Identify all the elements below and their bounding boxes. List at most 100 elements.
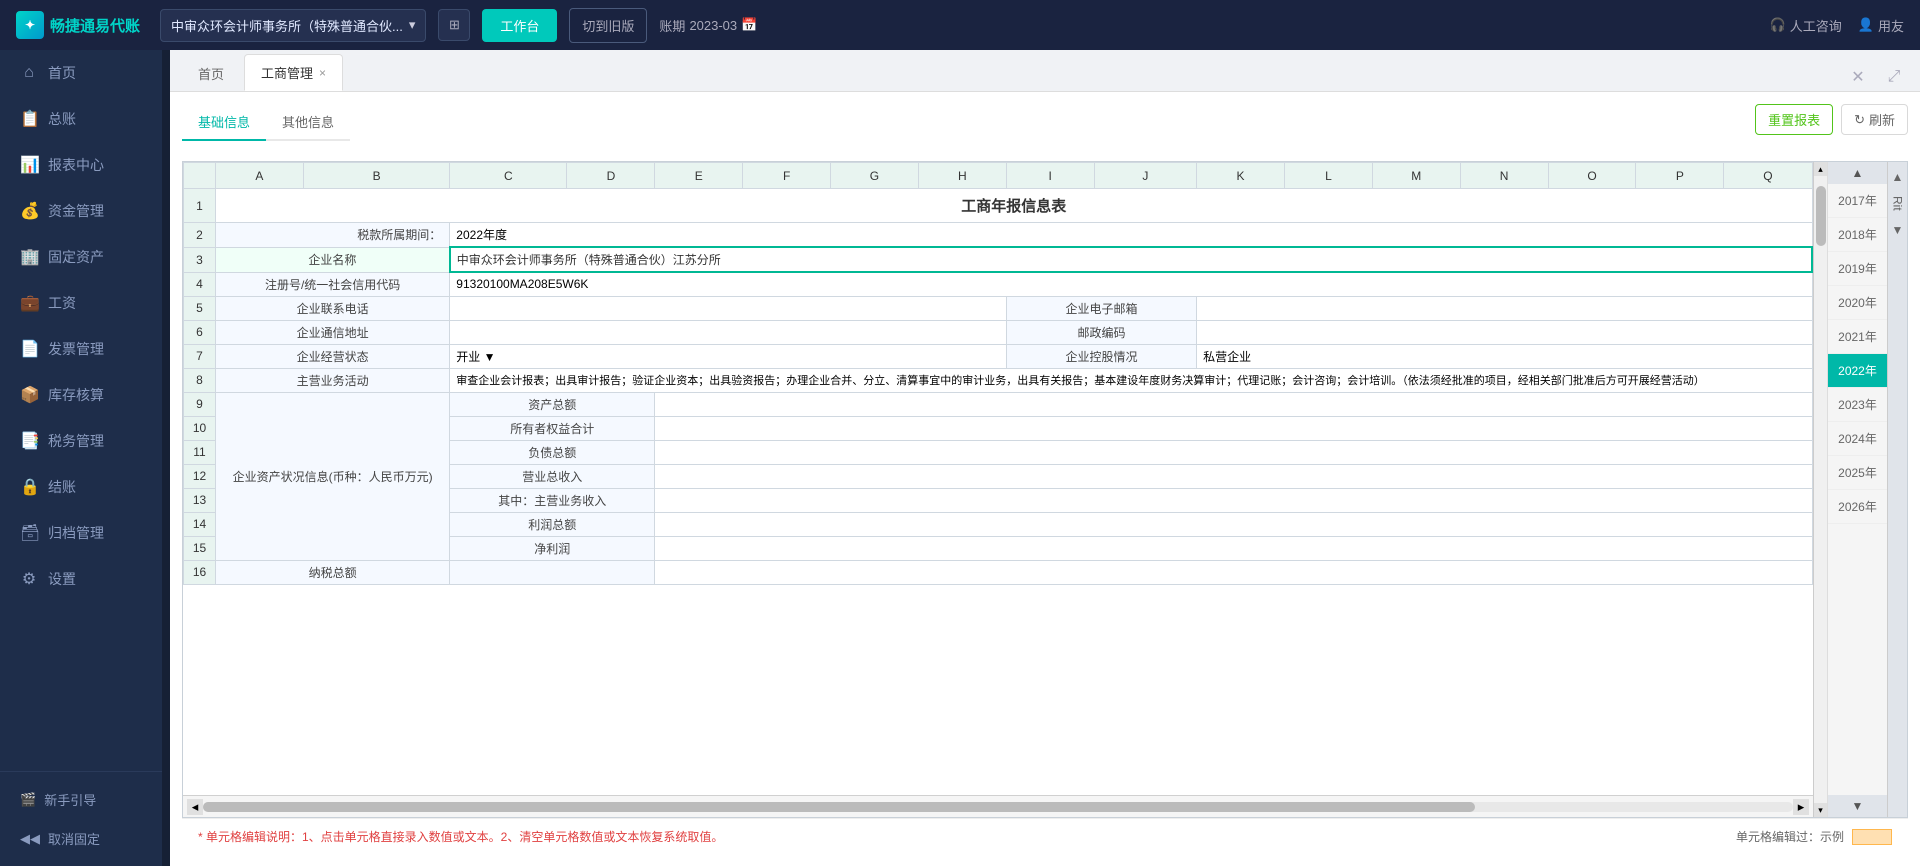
cell-email-value[interactable] [1197,296,1812,320]
right-collapse-panel[interactable]: ▲ Rit ▼ [1887,162,1907,817]
calendar-icon[interactable]: 📅 [741,17,757,33]
cell-total-assets-value[interactable] [655,392,1812,416]
year-item-2019[interactable]: 2019年 [1828,252,1887,286]
horizontal-scrollbar[interactable]: ◂ ▸ [183,795,1813,817]
cell-main-revenue-value[interactable] [655,488,1812,512]
workbench-button[interactable]: 工作台 [482,9,557,42]
sidebar-item-invoice[interactable]: 📄 发票管理 [0,326,170,372]
cell-ownership-label: 企业控股情况 [1006,344,1196,368]
sidebar-label-ledger: 总账 [48,109,76,129]
cell-zipcode-value[interactable] [1197,320,1812,344]
cell-address-value[interactable] [450,320,1006,344]
sidebar-item-settings[interactable]: ⚙ 设置 [0,556,170,602]
cell-equity-value[interactable] [655,416,1812,440]
vertical-scrollbar[interactable]: ▴ ▾ [1813,162,1827,817]
consult-button[interactable]: 🎧 人工咨询 [1770,16,1842,35]
cell-zipcode-label: 邮政编码 [1006,320,1196,344]
year-item-2020[interactable]: 2020年 [1828,286,1887,320]
year-item-2026[interactable]: 2026年 [1828,490,1887,524]
sidebar-item-tax[interactable]: 📑 税务管理 [0,418,170,464]
year-item-2025[interactable]: 2025年 [1828,456,1887,490]
sidebar-item-report[interactable]: 📊 报表中心 [0,142,170,188]
spreadsheet-table: A B C D E F G H I J [183,162,1813,585]
tab-biz-mgmt[interactable]: 工商管理 × [244,54,343,91]
sidebar-label-invoice: 发票管理 [48,339,104,359]
cell-main-revenue-label: 其中：主营业务收入 [450,488,655,512]
table-scroll[interactable]: A B C D E F G H I J [183,162,1813,795]
sub-tab-other[interactable]: 其他信息 [266,104,350,141]
cell-status-dropdown[interactable]: 开业 ▼ [450,344,1006,368]
company-selector[interactable]: 中审众环会计师事务所（特殊普通合伙... ▾ [160,9,426,42]
year-item-2023[interactable]: 2023年 [1828,388,1887,422]
main-layout: ⌂ 首页 📋 总账 📊 报表中心 💰 资金管理 🏢 固定资产 💼 工资 [0,50,1920,866]
cell-revenue-value[interactable] [655,464,1812,488]
scroll-right-btn[interactable]: ▸ [1793,799,1809,815]
sidebar-label-assets: 固定资产 [48,247,104,267]
old-version-button[interactable]: 切到旧版 [569,8,647,43]
expand-window-icon[interactable]: ⤢ [1880,63,1908,91]
sidebar-item-guide[interactable]: 🎬 新手引导 [0,780,170,819]
cell-regcode-value[interactable]: 91320100MA208E5W6K [450,272,1812,296]
sub-tab-basic[interactable]: 基础信息 [182,104,266,141]
year-item-2022[interactable]: 2022年 [1828,354,1887,388]
collapse-up-icon[interactable]: ▲ [1892,162,1904,192]
reset-button[interactable]: 重置报表 [1755,104,1833,135]
sidebar-item-home[interactable]: ⌂ 首页 [0,50,170,96]
user-button[interactable]: 👤 用友 [1858,16,1904,35]
cell-tax-sub-label [450,560,655,584]
funds-icon: 💰 [20,201,38,221]
sidebar-label-salary: 工资 [48,293,76,313]
col-header-g: G [831,163,919,189]
topbar-right: 🎧 人工咨询 👤 用友 [1770,16,1904,35]
logo: ✦ 畅捷通易代账 [16,11,140,39]
sidebar-item-archive[interactable]: 🗃 归档管理 [0,510,170,556]
cell-tax-value[interactable] [655,560,1812,584]
collapse-down-icon[interactable]: ▼ [1892,215,1904,245]
scroll-track[interactable] [203,802,1793,812]
cell-profit-value[interactable] [655,512,1812,536]
sidebar-item-inventory[interactable]: 📦 库存核算 [0,372,170,418]
refresh-button[interactable]: ↻ 刷新 [1841,104,1908,135]
sidebar-item-salary[interactable]: 💼 工资 [0,280,170,326]
scroll-down-btn[interactable]: ▾ [1814,803,1827,817]
sidebar-item-ledger[interactable]: 📋 总账 [0,96,170,142]
cell-assets-group-label: 企业资产状况信息(币种：人民币万元) [216,392,450,560]
period-label: 账期 [659,16,685,35]
cell-ownership-value[interactable]: 私营企业 [1197,344,1812,368]
cell-company-value[interactable]: 中审众环会计师事务所（特殊普通合伙）江苏分所 [450,247,1812,272]
cell-revenue-label: 营业总收入 [450,464,655,488]
right-panel: ▴ ▾ ▲ 2017年 2018年 2019年 2020年 [1813,162,1907,817]
cell-period-value[interactable]: 2022年度 [450,223,1812,248]
year-item-2021[interactable]: 2021年 [1828,320,1887,354]
status-hint-text: * 单元格编辑说明：1、点击单元格直接录入数值或文本。2、清空单元格数值或文本恢… [198,828,723,845]
row-num-13: 13 [184,488,216,512]
sidebar-item-unpin[interactable]: ◀◀ 取消固定 [0,819,170,858]
sidebar-item-assets[interactable]: 🏢 固定资产 [0,234,170,280]
year-panel-up-icon[interactable]: ▲ [1828,162,1887,184]
close-window-icon[interactable]: ✕ [1844,63,1872,91]
cell-title[interactable]: 工商年报信息表 [216,189,1813,223]
company-icon-btn[interactable]: ⊞ [438,9,470,41]
row-num-4: 4 [184,272,216,296]
company-name: 中审众环会计师事务所（特殊普通合伙... [171,16,403,35]
col-header-c: C [450,163,567,189]
year-item-2017[interactable]: 2017年 [1828,184,1887,218]
year-item-2018[interactable]: 2018年 [1828,218,1887,252]
sidebar-label-archive: 归档管理 [48,523,104,543]
table-row: 3 企业名称 中审众环会计师事务所（特殊普通合伙）江苏分所 [184,247,1813,272]
year-item-2024[interactable]: 2024年 [1828,422,1887,456]
year-panel-down-icon[interactable]: ▼ [1828,795,1887,817]
tab-home[interactable]: 首页 [182,56,240,91]
sidebar-item-funds[interactable]: 💰 资金管理 [0,188,170,234]
cell-net-profit-value[interactable] [655,536,1812,560]
table-row: 5 企业联系电话 企业电子邮箱 [184,296,1813,320]
sidebar-item-closing[interactable]: 🔒 结账 [0,464,170,510]
tab-close-icon[interactable]: × [319,66,326,80]
cell-biz-value[interactable]: 审查企业会计报表；出具审计报告；验证企业资本；出具验资报告；办理企业合并、分立、… [450,368,1812,392]
scroll-left-btn[interactable]: ◂ [187,799,203,815]
page-content: 基础信息 其他信息 重置报表 ↻ 刷新 [170,92,1920,866]
scroll-up-btn[interactable]: ▴ [1814,162,1827,176]
cell-liability-value[interactable] [655,440,1812,464]
cell-phone-value[interactable] [450,296,1006,320]
tab-home-label: 首页 [198,64,224,83]
